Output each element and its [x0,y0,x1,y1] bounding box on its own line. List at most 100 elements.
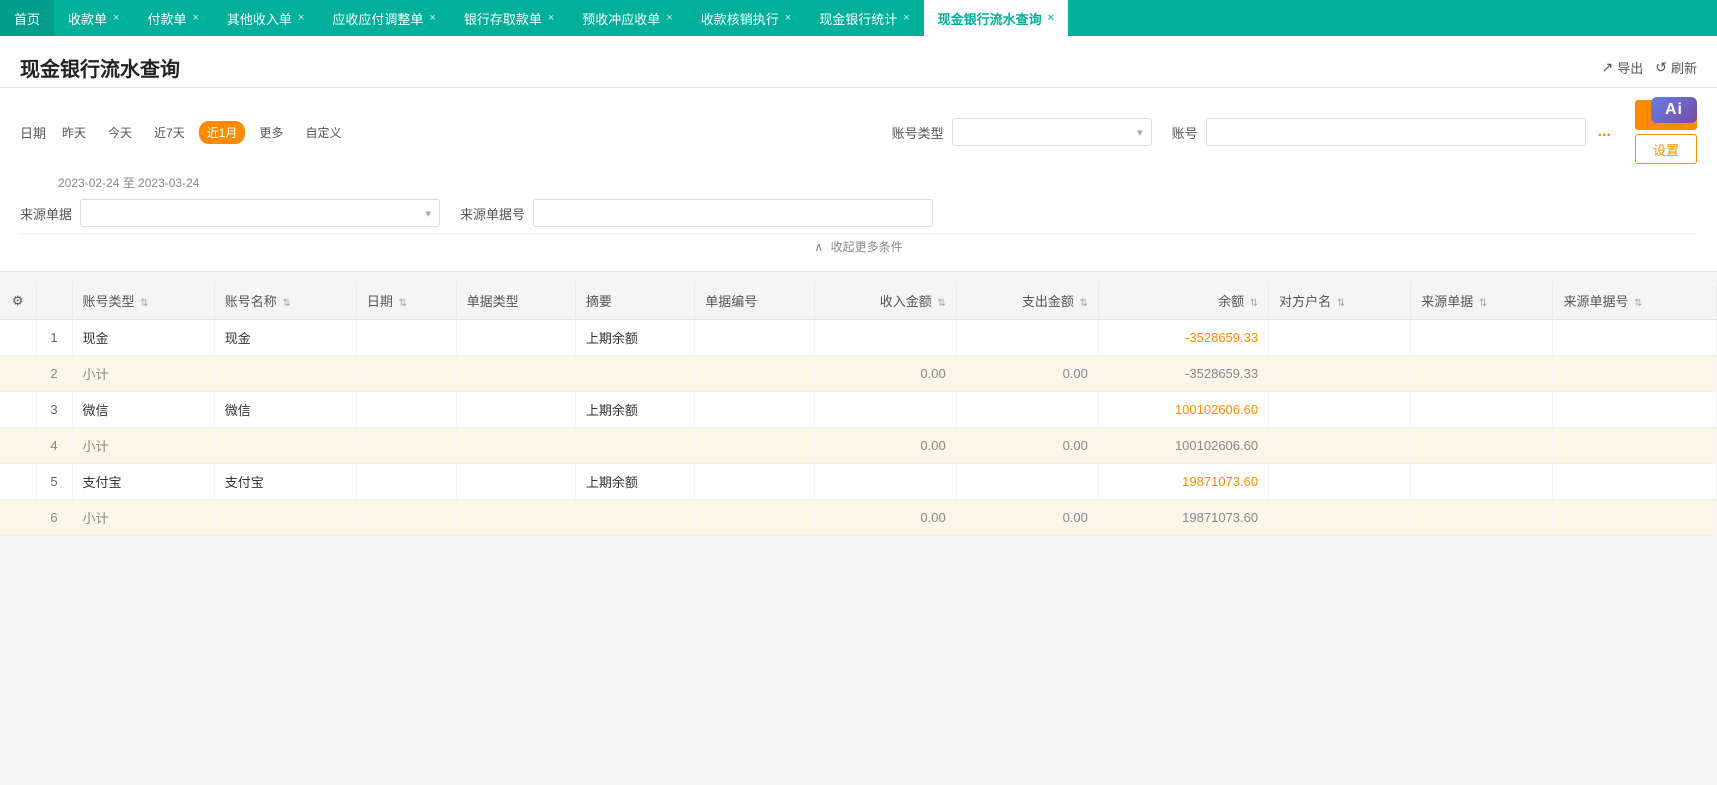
col-income[interactable]: 收入金额 ⇅ [814,282,956,320]
col-balance[interactable]: 余额 ⇅ [1098,282,1268,320]
nav-bank-flow-label: 现金银行流水查询 [938,9,1042,28]
nav-home[interactable]: 首页 [0,0,54,36]
col-counterparty[interactable]: 对方户名 ⇅ [1269,282,1411,320]
sort-icon-source-doc-num: ⇅ [1634,298,1642,309]
table-row[interactable]: 6小计0.000.0019871073.60 [0,500,1717,536]
refresh-button[interactable]: ↺ 刷新 [1655,58,1697,77]
nav-bank-flow-close[interactable]: × [1048,12,1054,24]
nav-prepay-close[interactable]: × [666,12,672,24]
nav-bank-stats-label: 现金银行统计 [819,9,897,28]
date-filter: 日期 昨天 今天 近7天 近1月 更多 自定义 [20,121,349,144]
nav-bank-deposit-label: 银行存取款单 [464,9,542,28]
filter-area: 日期 昨天 今天 近7天 近1月 更多 自定义 账号类型 ▾ 账号 ... 查询 [0,88,1717,272]
account-type-select[interactable]: ▾ [952,118,1152,146]
account-filter: 账号 ... [1172,118,1615,146]
date-btn-1month[interactable]: 近1月 [199,121,246,144]
nav-bank-stats-close[interactable]: × [903,12,909,24]
chevron-down-icon: ▾ [1137,126,1143,139]
col-summary: 摘要 [575,282,694,320]
nav-payments[interactable]: 付款单 × [133,0,212,36]
collapse-label: 收起更多条件 [831,240,903,254]
table-row[interactable]: 3微信微信上期余额100102606.60 [0,392,1717,428]
nav-bank-flow[interactable]: 现金银行流水查询 × [924,0,1068,36]
nav-collection-label: 收款核销执行 [701,9,779,28]
col-account-name[interactable]: 账号名称 ⇅ [214,282,356,320]
ai-badge[interactable]: Ai [1651,97,1697,123]
source-doc-label: 来源单据 [20,204,72,223]
nav-prepay[interactable]: 预收冲应收单 × [568,0,686,36]
sort-icon-account-name: ⇅ [282,298,290,309]
col-doc-type: 单据类型 [456,282,575,320]
nav-receipts-close[interactable]: × [113,12,119,24]
sort-icon-counterparty: ⇅ [1337,298,1345,309]
table-body: 1现金现金上期余额-3528659.332小计0.000.00-3528659.… [0,320,1717,536]
col-account-type[interactable]: 账号类型 ⇅ [72,282,214,320]
data-table: ⚙ 账号类型 ⇅ 账号名称 ⇅ 日期 ⇅ 单据类型 摘要 单据编号 收入金额 ⇅… [0,282,1717,536]
refresh-label: 刷新 [1671,58,1697,77]
export-button[interactable]: ↗ 导出 [1602,58,1644,77]
col-date[interactable]: 日期 ⇅ [356,282,456,320]
sort-icon-date: ⇅ [399,298,407,309]
nav-payments-close[interactable]: × [192,12,198,24]
nav-payments-label: 付款单 [147,9,186,28]
date-btn-7days[interactable]: 近7天 [146,121,193,144]
col-gear[interactable]: ⚙ [0,282,36,320]
table-row[interactable]: 4小计0.000.00100102606.60 [0,428,1717,464]
refresh-icon: ↺ [1655,59,1667,76]
col-source-doc-num[interactable]: 来源单据号 ⇅ [1553,282,1717,320]
table-row[interactable]: 2小计0.000.00-3528659.33 [0,356,1717,392]
nav-other-income-label: 其他收入单 [227,9,292,28]
nav-home-label: 首页 [14,9,40,28]
table-header-row: ⚙ 账号类型 ⇅ 账号名称 ⇅ 日期 ⇅ 单据类型 摘要 单据编号 收入金额 ⇅… [0,282,1717,320]
date-btn-more[interactable]: 更多 [251,121,291,144]
nav-bar: 首页 收款单 × 付款单 × 其他收入单 × 应收应付调整单 × 银行存取款单 … [0,0,1717,36]
nav-bank-deposit[interactable]: 银行存取款单 × [450,0,568,36]
source-doc-select[interactable]: ▾ [80,199,440,227]
settings-button[interactable]: 设置 [1635,134,1697,164]
nav-ar-ap-adjust-close[interactable]: × [429,12,435,24]
source-doc-num-input[interactable] [533,199,933,227]
nav-collection[interactable]: 收款核销执行 × [687,0,805,36]
account-type-label: 账号类型 [892,123,944,142]
account-input[interactable] [1206,118,1586,146]
sort-icon-balance: ⇅ [1250,298,1258,309]
date-btn-yesterday[interactable]: 昨天 [54,121,94,144]
filter-row-1: 日期 昨天 今天 近7天 近1月 更多 自定义 账号类型 ▾ 账号 ... 查询 [20,100,1697,164]
table-container: ⚙ 账号类型 ⇅ 账号名称 ⇅ 日期 ⇅ 单据类型 摘要 单据编号 收入金额 ⇅… [0,282,1717,536]
chevron-down-icon2: ▾ [425,207,431,220]
nav-bank-stats[interactable]: 现金银行统计 × [805,0,923,36]
date-btn-custom[interactable]: 自定义 [297,121,349,144]
source-doc-num-label: 来源单据号 [460,204,525,223]
source-doc-filter: 来源单据 ▾ [20,199,440,227]
source-doc-num-filter: 来源单据号 [460,199,933,227]
nav-prepay-label: 预收冲应收单 [582,9,660,28]
col-idx [36,282,72,320]
date-label: 日期 [20,123,46,142]
date-options: 昨天 今天 近7天 近1月 更多 自定义 [54,121,349,144]
page-title: 现金银行流水查询 [20,53,180,82]
sort-icon-source-doc: ⇅ [1479,298,1487,309]
collapse-bar[interactable]: ∧ 收起更多条件 [20,233,1697,259]
table-row[interactable]: 5支付宝支付宝上期余额19871073.60 [0,464,1717,500]
nav-ar-ap-adjust[interactable]: 应收应付调整单 × [318,0,449,36]
sort-icon-account-type: ⇅ [140,298,148,309]
sort-icon-expense: ⇅ [1080,298,1088,309]
nav-other-income[interactable]: 其他收入单 × [213,0,318,36]
account-dots-button[interactable]: ... [1594,123,1615,141]
chevron-up-icon: ∧ [814,240,823,254]
col-source-doc[interactable]: 来源单据 ⇅ [1411,282,1553,320]
date-range-display: 2023-02-24 至 2023-03-24 [58,176,199,190]
date-btn-today[interactable]: 今天 [100,121,140,144]
account-label: 账号 [1172,123,1198,142]
col-doc-num: 单据编号 [695,282,814,320]
page-header: 现金银行流水查询 ↗ 导出 ↺ 刷新 [0,36,1717,88]
nav-receipts-label: 收款单 [68,9,107,28]
col-expense[interactable]: 支出金额 ⇅ [956,282,1098,320]
nav-bank-deposit-close[interactable]: × [548,12,554,24]
table-row[interactable]: 1现金现金上期余额-3528659.33 [0,320,1717,356]
export-icon: ↗ [1602,59,1614,76]
nav-collection-close[interactable]: × [785,12,791,24]
nav-other-income-close[interactable]: × [298,12,304,24]
nav-receipts[interactable]: 收款单 × [54,0,133,36]
filter-row-2: 来源单据 ▾ 来源单据号 [20,199,1697,227]
